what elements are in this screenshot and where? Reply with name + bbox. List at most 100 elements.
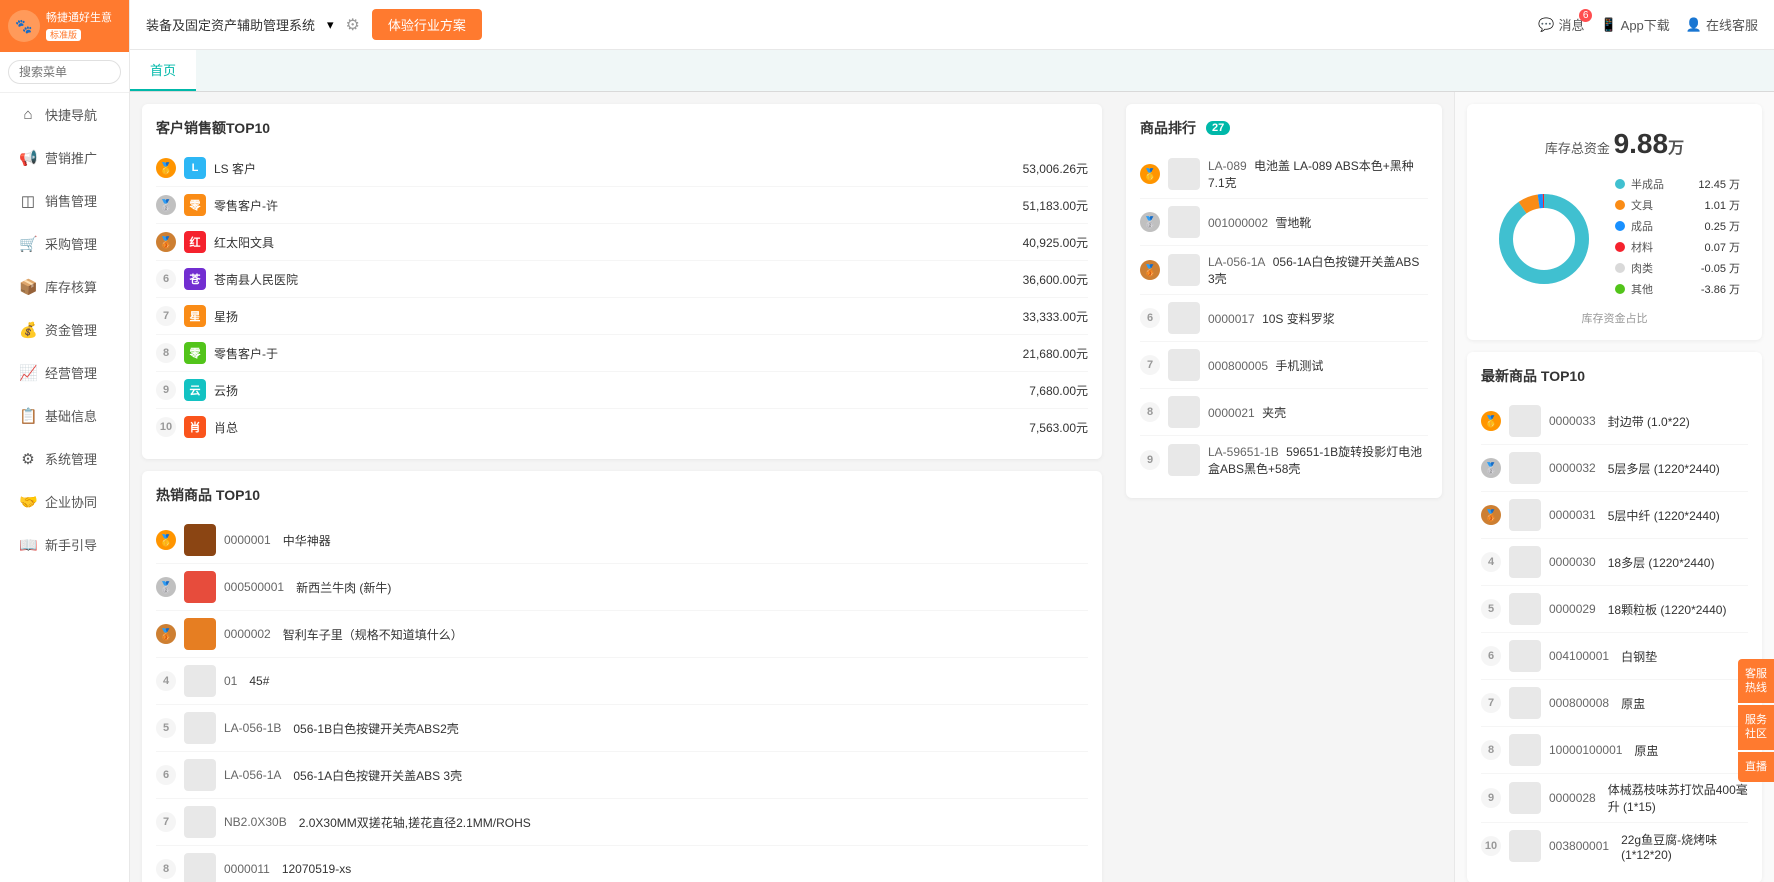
latest-products-list: 🥇 0000033 封边带 (1.0*22) 🥈 0000032 5层多层 (1… [1481, 398, 1748, 869]
sidebar-item-home[interactable]: ⌂ 快捷导航 [0, 93, 129, 136]
tab-home[interactable]: 首页 [130, 50, 196, 91]
legend-item: 半成品 12.45 万 [1615, 176, 1740, 192]
rank-number: 🥈 [1140, 212, 1160, 232]
sales-ranking-title: 客户销售额TOP10 [156, 118, 1088, 138]
sidebar-item-inventory[interactable]: 📦 库存核算 [0, 265, 129, 308]
customer-avatar: 星 [184, 305, 206, 327]
rank-number: 🥈 [156, 195, 176, 215]
product-code: 10000100001 [1549, 743, 1622, 757]
marketing-icon: 📢 [19, 149, 37, 167]
product-image [1168, 302, 1200, 334]
rank-item: 🥈 零 零售客户-许 51,183.00元 [156, 187, 1088, 224]
sidebar-item-label: 新手引导 [45, 535, 97, 554]
product-name: 056-1B白色按键开关壳ABS2壳 [293, 720, 1088, 737]
online-service-action[interactable]: 👤 在线客服 [1686, 15, 1758, 34]
product-code: 0000033 [1549, 414, 1596, 428]
product-code: 0000011 [224, 862, 270, 876]
hot-products-list: 🥇 0000001 中华神器 🥈 000500001 新西兰牛肉 (新牛) 🥉 [156, 517, 1088, 882]
sale-amount: 53,006.26元 [1023, 160, 1088, 177]
purchase-icon: 🛒 [19, 235, 37, 253]
sidebar-item-marketing[interactable]: 📢 营销推广 [0, 136, 129, 179]
rank-number: 🥇 [156, 530, 176, 550]
message-badge: 6 [1579, 9, 1593, 22]
sidebar-item-operations[interactable]: 📈 经营管理 [0, 351, 129, 394]
rank-number: 9 [1140, 450, 1160, 470]
product-image [1509, 546, 1541, 578]
sale-amount: 7,680.00元 [1029, 382, 1088, 399]
rank-number: 🥉 [1140, 260, 1160, 280]
app-download-label: App下载 [1621, 15, 1670, 34]
header: 装备及固定资产辅助管理系统 ▾ ⚙ 体验行业方案 💬 消息 6 📱 App下载 … [130, 0, 1774, 50]
legend-label: 其他 [1631, 281, 1695, 297]
product-name: 22g鱼豆腐-烧烤味 (1*12*20) [1621, 831, 1748, 862]
middle-column: 客户销售额TOP10 🥇 L LS 客户 53,006.26元 🥈 零 零售客户… [130, 92, 1114, 882]
sidebar-item-basics[interactable]: 📋 基础信息 [0, 394, 129, 437]
legend-label: 肉类 [1631, 260, 1695, 276]
product-code: 000800008 [1549, 696, 1609, 710]
live-button[interactable]: 直播 [1738, 752, 1774, 782]
settings-icon[interactable]: ⚙ [346, 15, 360, 35]
sidebar-item-finance[interactable]: 💰 资金管理 [0, 308, 129, 351]
legend-item: 成品 0.25 万 [1615, 218, 1740, 234]
legend-value: 12.45 万 [1698, 176, 1740, 192]
product-name: 18多层 (1220*2440) [1608, 554, 1748, 571]
chevron-down-icon: ▾ [327, 17, 334, 33]
product-name: 新西兰牛肉 (新牛) [296, 579, 1088, 596]
product-name: 5层多层 (1220*2440) [1608, 460, 1748, 477]
customer-name: 零售客户-许 [214, 197, 1015, 214]
rank-item: 🥇 L LS 客户 53,006.26元 [156, 150, 1088, 187]
customer-service-button[interactable]: 客服热线 [1738, 659, 1774, 704]
legend-value: 0.25 万 [1705, 218, 1740, 234]
product-name: 45# [249, 674, 1088, 688]
product-image [1168, 444, 1200, 476]
logo-icon: 🐾 [8, 10, 40, 42]
sidebar-item-cooperation[interactable]: 🤝 企业协同 [0, 480, 129, 523]
legend-dot [1615, 221, 1625, 231]
message-action[interactable]: 💬 消息 6 [1538, 15, 1584, 34]
app-download-action[interactable]: 📱 App下载 [1600, 15, 1669, 34]
sidebar-item-label: 经营管理 [45, 363, 97, 382]
rank-number: 8 [156, 343, 176, 363]
inventory-label: 库存总资金 [1545, 141, 1610, 156]
product-name: 智利车子里（规格不知道填什么） [283, 626, 1088, 643]
system-name: 装备及固定资产辅助管理系统 [146, 15, 315, 34]
sale-amount: 33,333.00元 [1023, 308, 1088, 325]
legend-value: 1.01 万 [1705, 197, 1740, 213]
customer-avatar: 零 [184, 194, 206, 216]
sidebar-item-system[interactable]: ⚙ 系统管理 [0, 437, 129, 480]
tab-bar: 首页 [130, 50, 1774, 92]
legend-dot [1615, 179, 1625, 189]
product-code: 0000001 [224, 533, 271, 547]
sidebar-item-purchase[interactable]: 🛒 采购管理 [0, 222, 129, 265]
product-item: 🥈 000500001 新西兰牛肉 (新牛) [156, 564, 1088, 611]
product-image [1168, 396, 1200, 428]
sidebar-item-sales[interactable]: ◫ 销售管理 [0, 179, 129, 222]
rank-item: 🥇 LA-089 电池盖 LA-089 ABS本色+黑种 7.1克 [1140, 150, 1428, 199]
product-item: 4 0000030 18多层 (1220*2440) [1481, 539, 1748, 586]
rank-item: 🥉 红 红太阳文具 40,925.00元 [156, 224, 1088, 261]
customer-name: LS 客户 [214, 160, 1015, 177]
donut-legend: 半成品 12.45 万 文具 1.01 万 成品 0.25 万 [1615, 176, 1740, 302]
product-info: LA-056-1A 056-1A白色按键开关盖ABS 3壳 [1208, 253, 1428, 287]
system-icon: ⚙ [19, 450, 37, 468]
sidebar-item-label: 快捷导航 [45, 105, 97, 124]
product-ranking-column: 商品排行 27 🥇 LA-089 电池盖 LA-089 ABS本色+黑种 7.1… [1114, 92, 1454, 882]
product-image [1509, 499, 1541, 531]
service-community-button[interactable]: 服务社区 [1738, 705, 1774, 750]
product-image [1168, 206, 1200, 238]
sidebar-nav: ⌂ 快捷导航 📢 营销推广 ◫ 销售管理 🛒 采购管理 📦 库存核算 💰 资金管… [0, 93, 129, 882]
trial-button[interactable]: 体验行业方案 [372, 9, 482, 40]
page-body: 客户销售额TOP10 🥇 L LS 客户 53,006.26元 🥈 零 零售客户… [130, 92, 1774, 882]
inventory-icon: 📦 [19, 278, 37, 296]
product-info: LA-59651-1B 59651-1B旋转投影灯电池盒ABS黑色+58壳 [1208, 443, 1428, 477]
sidebar-item-guide[interactable]: 📖 新手引导 [0, 523, 129, 566]
product-image [1509, 593, 1541, 625]
sale-amount: 7,563.00元 [1029, 419, 1088, 436]
sidebar-search-container [0, 52, 129, 93]
product-ranking-badge: 27 [1206, 121, 1230, 135]
product-image [184, 618, 216, 650]
product-image [1509, 452, 1541, 484]
legend-item: 材料 0.07 万 [1615, 239, 1740, 255]
search-input[interactable] [8, 60, 121, 84]
product-info: LA-089 电池盖 LA-089 ABS本色+黑种 7.1克 [1208, 157, 1428, 191]
